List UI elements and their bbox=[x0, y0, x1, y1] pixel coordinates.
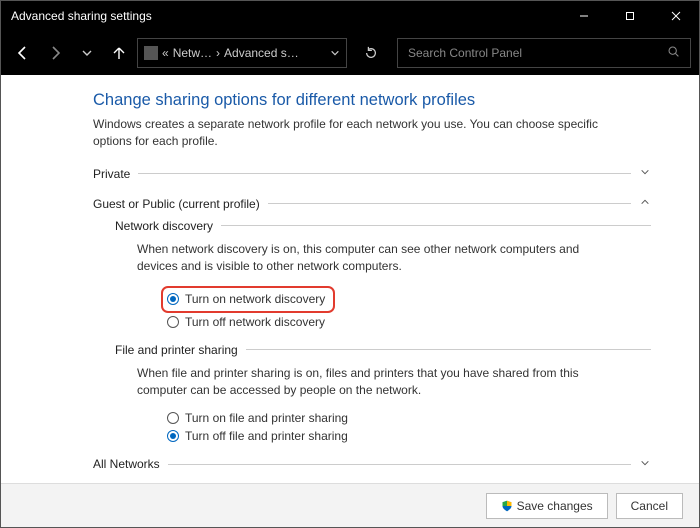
back-button[interactable] bbox=[9, 39, 37, 67]
address-bar[interactable]: « Netw… › Advanced sh… bbox=[137, 38, 347, 68]
radio-turn-off-network-discovery[interactable]: Turn off network discovery bbox=[167, 313, 651, 331]
refresh-button[interactable] bbox=[357, 39, 385, 67]
section-all-networks[interactable]: All Networks bbox=[93, 457, 651, 471]
section-guest-label: Guest or Public (current profile) bbox=[93, 197, 260, 211]
chevron-down-icon bbox=[639, 167, 651, 180]
page-description: Windows creates a separate network profi… bbox=[93, 116, 603, 151]
address-dropdown-icon[interactable] bbox=[330, 48, 340, 58]
search-box[interactable] bbox=[397, 38, 691, 68]
minimize-button[interactable] bbox=[561, 1, 607, 31]
radio-turn-on-file-printer[interactable]: Turn on file and printer sharing bbox=[167, 409, 651, 427]
file-printer-description: When file and printer sharing is on, fil… bbox=[137, 365, 617, 400]
save-changes-label: Save changes bbox=[517, 499, 593, 513]
section-guest-public[interactable]: Guest or Public (current profile) bbox=[93, 197, 651, 211]
up-button[interactable] bbox=[105, 39, 133, 67]
chevron-up-icon bbox=[639, 197, 651, 210]
breadcrumb-1[interactable]: Netw… bbox=[173, 46, 212, 60]
group-file-printer-label: File and printer sharing bbox=[115, 343, 238, 357]
radio-turn-on-network-discovery[interactable]: Turn on network discovery bbox=[167, 290, 325, 308]
window-controls bbox=[561, 1, 699, 31]
save-changes-button[interactable]: Save changes bbox=[486, 493, 608, 519]
window-title: Advanced sharing settings bbox=[1, 9, 152, 23]
radio-icon bbox=[167, 316, 179, 328]
navbar: « Netw… › Advanced sh… bbox=[1, 31, 699, 75]
radio-turn-off-file-printer[interactable]: Turn off file and printer sharing bbox=[167, 427, 651, 445]
search-input[interactable] bbox=[408, 46, 667, 60]
section-private-rule bbox=[138, 173, 631, 174]
forward-button[interactable] bbox=[41, 39, 69, 67]
network-discovery-radios: Turn on network discovery Turn off netwo… bbox=[167, 286, 651, 331]
breadcrumb-2[interactable]: Advanced sh… bbox=[224, 46, 304, 60]
network-discovery-description: When network discovery is on, this compu… bbox=[137, 241, 617, 276]
radio-icon bbox=[167, 293, 179, 305]
group-network-discovery: Network discovery bbox=[115, 219, 651, 233]
radio-label: Turn off file and printer sharing bbox=[185, 429, 348, 443]
close-button[interactable] bbox=[653, 1, 699, 31]
footer: Save changes Cancel bbox=[1, 483, 699, 527]
cancel-button[interactable]: Cancel bbox=[616, 493, 683, 519]
cancel-label: Cancel bbox=[631, 499, 668, 513]
section-private[interactable]: Private bbox=[93, 167, 651, 181]
group-network-discovery-label: Network discovery bbox=[115, 219, 213, 233]
radio-label: Turn off network discovery bbox=[185, 315, 325, 329]
radio-icon bbox=[167, 412, 179, 424]
page-heading: Change sharing options for different net… bbox=[93, 91, 651, 110]
section-private-label: Private bbox=[93, 167, 130, 181]
folder-icon bbox=[144, 46, 158, 60]
file-printer-radios: Turn on file and printer sharing Turn of… bbox=[167, 409, 651, 445]
section-all-networks-label: All Networks bbox=[93, 457, 160, 471]
breadcrumb-sep: › bbox=[216, 46, 220, 60]
radio-icon bbox=[167, 430, 179, 442]
window-root: Advanced sharing settings bbox=[0, 0, 700, 528]
radio-label: Turn on network discovery bbox=[185, 292, 325, 306]
uac-shield-icon bbox=[501, 500, 513, 512]
section-guest-rule bbox=[268, 203, 631, 204]
maximize-button[interactable] bbox=[607, 1, 653, 31]
highlight-turn-on-discovery: Turn on network discovery bbox=[161, 286, 335, 313]
chevron-down-icon bbox=[639, 458, 651, 471]
breadcrumb-prefix: « bbox=[162, 46, 169, 60]
titlebar: Advanced sharing settings bbox=[1, 1, 699, 31]
group-file-printer-sharing: File and printer sharing bbox=[115, 343, 651, 357]
search-icon[interactable] bbox=[667, 45, 680, 61]
content-area: Change sharing options for different net… bbox=[1, 75, 699, 483]
recent-dropdown[interactable] bbox=[73, 39, 101, 67]
radio-label: Turn on file and printer sharing bbox=[185, 411, 348, 425]
